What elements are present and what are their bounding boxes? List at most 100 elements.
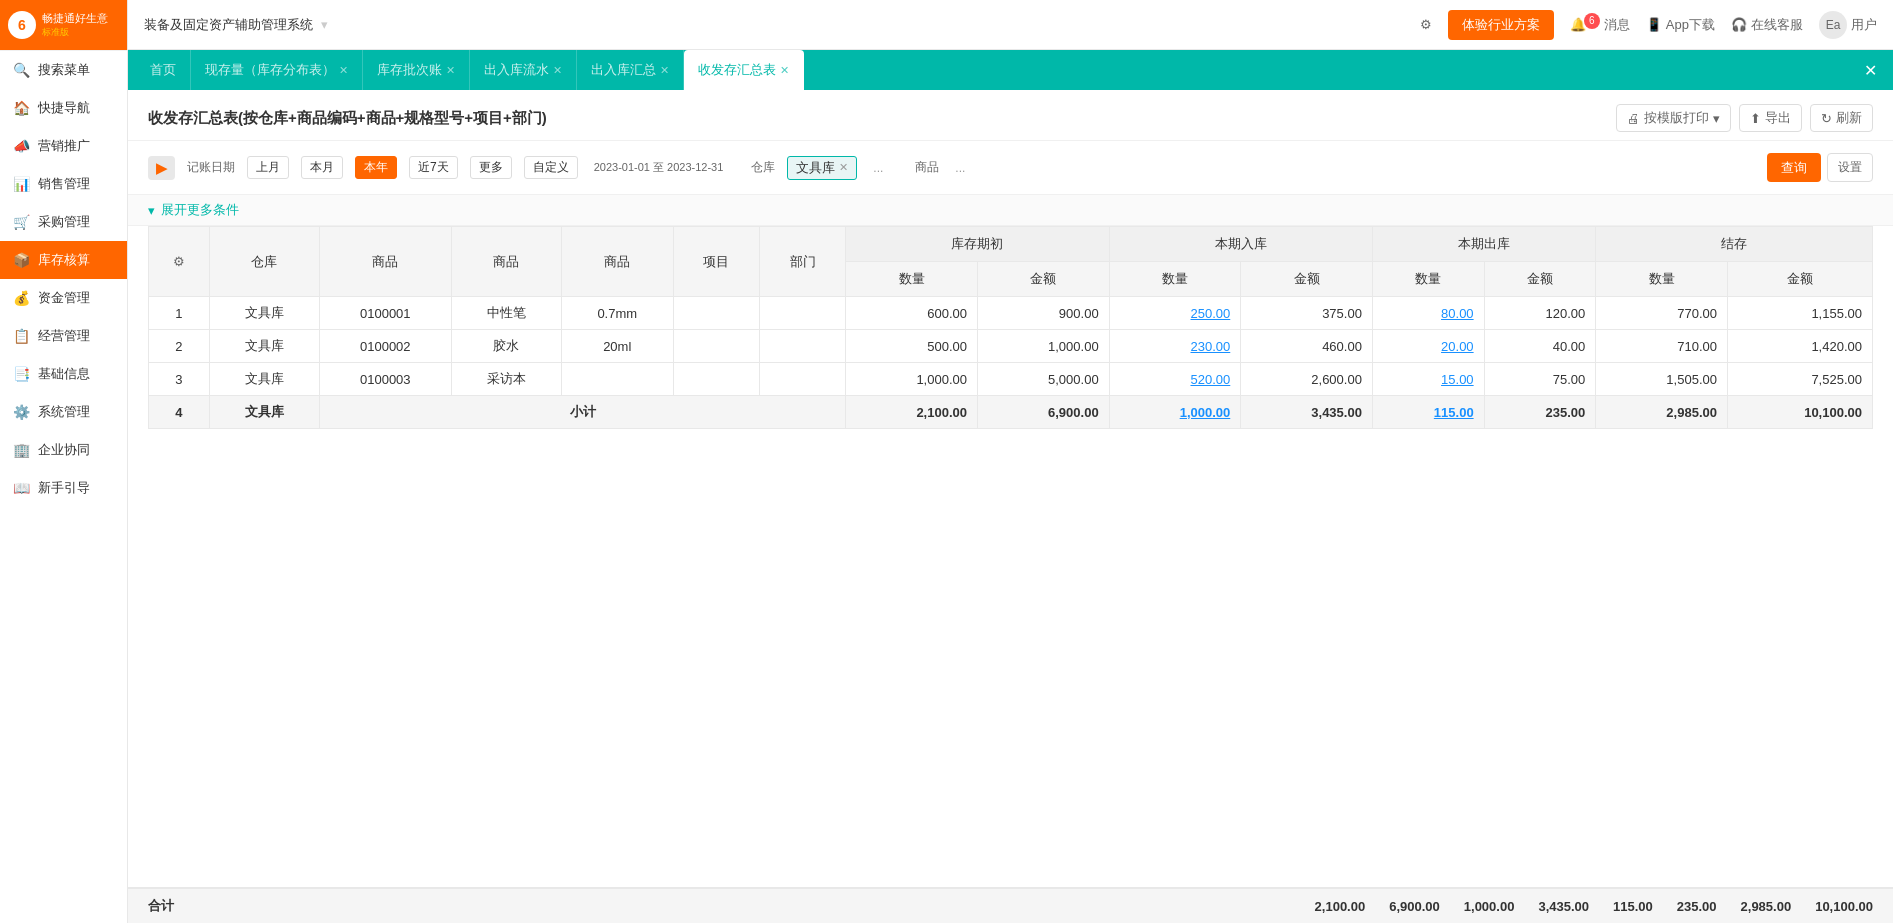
sidebar-item-enterprise[interactable]: 🏢 企业协同 bbox=[0, 431, 127, 469]
subtotal-out-qty[interactable]: 115.00 bbox=[1372, 396, 1484, 429]
col-bal-amt-header: 金额 bbox=[1727, 262, 1872, 297]
gear-icon: ⚙️ bbox=[12, 404, 30, 420]
sidebar-item-finance[interactable]: 💰 资金管理 bbox=[0, 279, 127, 317]
subtotal-warehouse: 文具库 bbox=[209, 396, 319, 429]
expand-conditions-bar[interactable]: ▾ 展开更多条件 bbox=[128, 195, 1893, 226]
phone-icon: 📱 bbox=[1646, 17, 1662, 32]
sidebar-item-guide[interactable]: 📖 新手引导 bbox=[0, 469, 127, 507]
col-opening-amt-header: 金额 bbox=[977, 262, 1109, 297]
goods-more-btn[interactable]: ... bbox=[955, 161, 965, 175]
row3-opening-amt: 5,000.00 bbox=[977, 363, 1109, 396]
warehouse-tag-close[interactable]: ✕ bbox=[839, 161, 848, 174]
close-all-tabs-btn[interactable]: ✕ bbox=[1856, 61, 1885, 80]
row1-in-qty[interactable]: 250.00 bbox=[1109, 297, 1241, 330]
tab-close-inout-summary[interactable]: ✕ bbox=[660, 64, 669, 77]
online-service-btn[interactable]: 🎧 在线客服 bbox=[1731, 16, 1803, 34]
date-btn-cur-month[interactable]: 本月 bbox=[301, 156, 343, 179]
row3-opening-qty: 1,000.00 bbox=[846, 363, 978, 396]
goods-label: 商品 bbox=[915, 159, 939, 176]
col-bal-qty-header: 数量 bbox=[1596, 262, 1728, 297]
row3-out-qty[interactable]: 15.00 bbox=[1372, 363, 1484, 396]
expand-arrow-icon: ▾ bbox=[148, 203, 155, 218]
row2-in-qty[interactable]: 230.00 bbox=[1109, 330, 1241, 363]
col-in-qty-header: 数量 bbox=[1109, 262, 1241, 297]
tab-inout-flow[interactable]: 出入库流水 ✕ bbox=[470, 50, 577, 90]
col-opening-qty-header: 数量 bbox=[846, 262, 978, 297]
row2-out-qty[interactable]: 20.00 bbox=[1372, 330, 1484, 363]
date-label: 记账日期 bbox=[187, 159, 235, 176]
row1-name: 中性笔 bbox=[451, 297, 561, 330]
footer-opening-amt: 6,900.00 bbox=[1389, 899, 1440, 914]
date-btn-custom[interactable]: 自定义 bbox=[524, 156, 578, 179]
tab-home[interactable]: 首页 bbox=[136, 50, 191, 90]
export-btn[interactable]: ⬆ 导出 bbox=[1739, 104, 1802, 132]
row1-bal-qty: 770.00 bbox=[1596, 297, 1728, 330]
sidebar-item-search[interactable]: 🔍 搜索菜单 bbox=[0, 50, 127, 89]
refresh-btn[interactable]: ↻ 刷新 bbox=[1810, 104, 1873, 132]
building-icon: 🏢 bbox=[12, 442, 30, 458]
table-row: 1 文具库 0100001 中性笔 0.7mm 600.00 900.00 25… bbox=[149, 297, 1873, 330]
sidebar-item-label: 新手引导 bbox=[38, 479, 90, 497]
top-header: 装备及固定资产辅助管理系统 ▾ ⚙ 体验行业方案 🔔 6 消息 📱 App下载 … bbox=[128, 0, 1893, 50]
tab-close-batch[interactable]: ✕ bbox=[446, 64, 455, 77]
avatar: Ea bbox=[1819, 11, 1847, 39]
page-header-row: 收发存汇总表(按仓库+商品编码+商品+规格型号+项目+部门) 🖨 按模版打印 ▾… bbox=[128, 90, 1893, 141]
tab-inout-summary[interactable]: 出入库汇总 ✕ bbox=[577, 50, 684, 90]
sidebar-item-purchase[interactable]: 🛒 采购管理 bbox=[0, 203, 127, 241]
col-group-opening: 库存期初 bbox=[846, 227, 1109, 262]
tab-batch[interactable]: 库存批次账 ✕ bbox=[363, 50, 470, 90]
col-group-balance: 结存 bbox=[1596, 227, 1873, 262]
print-btn[interactable]: 🖨 按模版打印 ▾ bbox=[1616, 104, 1731, 132]
date-btn-more[interactable]: 更多 bbox=[470, 156, 512, 179]
sidebar-item-system[interactable]: ⚙️ 系统管理 bbox=[0, 393, 127, 431]
experience-btn[interactable]: 体验行业方案 bbox=[1448, 10, 1554, 40]
date-btn-cur-year[interactable]: 本年 bbox=[355, 156, 397, 179]
page-title: 收发存汇总表(按仓库+商品编码+商品+规格型号+项目+部门) bbox=[148, 109, 547, 128]
tab-close-stock-dist[interactable]: ✕ bbox=[339, 64, 348, 77]
sidebar-item-quicknav[interactable]: 🏠 快捷导航 bbox=[0, 89, 127, 127]
filter-settings-btn[interactable]: 设置 bbox=[1827, 153, 1873, 182]
sidebar-item-label: 搜索菜单 bbox=[38, 61, 90, 79]
table-footer: 合计 2,100.00 6,900.00 1,000.00 3,435.00 1… bbox=[128, 887, 1893, 923]
date-btn-prev-month[interactable]: 上月 bbox=[247, 156, 289, 179]
warehouse-label: 仓库 bbox=[751, 159, 775, 176]
subtotal-in-qty[interactable]: 1,000.00 bbox=[1109, 396, 1241, 429]
col-warehouse-header: 仓库 bbox=[209, 227, 319, 297]
sidebar-item-sales[interactable]: 📊 销售管理 bbox=[0, 165, 127, 203]
row3-bal-qty: 1,505.00 bbox=[1596, 363, 1728, 396]
col-name-header: 商品 bbox=[451, 227, 561, 297]
footer-in-amt: 3,435.00 bbox=[1538, 899, 1589, 914]
row3-bal-amt: 7,525.00 bbox=[1727, 363, 1872, 396]
cart-icon: 🛒 bbox=[12, 214, 30, 230]
subtotal-no: 4 bbox=[149, 396, 210, 429]
app-logo: 6 畅捷通好生意 标准版 bbox=[0, 0, 127, 50]
row2-bal-qty: 710.00 bbox=[1596, 330, 1728, 363]
footer-bal-amt: 10,100.00 bbox=[1815, 899, 1873, 914]
row3-spec bbox=[561, 363, 673, 396]
messages-btn[interactable]: 🔔 6 消息 bbox=[1570, 16, 1630, 34]
col-code-header: 商品 bbox=[319, 227, 451, 297]
row1-out-qty[interactable]: 80.00 bbox=[1372, 297, 1484, 330]
sidebar-item-basicinfo[interactable]: 📑 基础信息 bbox=[0, 355, 127, 393]
tab-close-inout-flow[interactable]: ✕ bbox=[553, 64, 562, 77]
row3-in-qty[interactable]: 520.00 bbox=[1109, 363, 1241, 396]
search-icon: 🔍 bbox=[12, 62, 30, 78]
col-settings-header[interactable]: ⚙ bbox=[149, 227, 210, 297]
row2-out-amt: 40.00 bbox=[1484, 330, 1596, 363]
tab-stock-dist[interactable]: 现存量（库存分布表） ✕ bbox=[191, 50, 363, 90]
app-download-btn[interactable]: 📱 App下载 bbox=[1646, 16, 1715, 34]
filter-toggle-btn[interactable]: ▶ bbox=[148, 156, 175, 180]
date-btn-7days[interactable]: 近7天 bbox=[409, 156, 458, 179]
sidebar-item-operations[interactable]: 📋 经营管理 bbox=[0, 317, 127, 355]
user-menu-btn[interactable]: Ea 用户 bbox=[1819, 11, 1877, 39]
tab-receive-summary[interactable]: 收发存汇总表 ✕ bbox=[684, 50, 804, 90]
sidebar-item-inventory[interactable]: 📦 库存核算 bbox=[0, 241, 127, 279]
row1-bal-amt: 1,155.00 bbox=[1727, 297, 1872, 330]
tab-close-receive-summary[interactable]: ✕ bbox=[780, 64, 789, 77]
col-dept-header: 部门 bbox=[759, 227, 845, 297]
settings-icon-btn[interactable]: ⚙ bbox=[1420, 17, 1432, 32]
sidebar-item-label: 经营管理 bbox=[38, 327, 90, 345]
warehouse-more-btn[interactable]: ... bbox=[873, 161, 883, 175]
query-btn[interactable]: 查询 bbox=[1767, 153, 1821, 182]
sidebar-item-marketing[interactable]: 📣 营销推广 bbox=[0, 127, 127, 165]
